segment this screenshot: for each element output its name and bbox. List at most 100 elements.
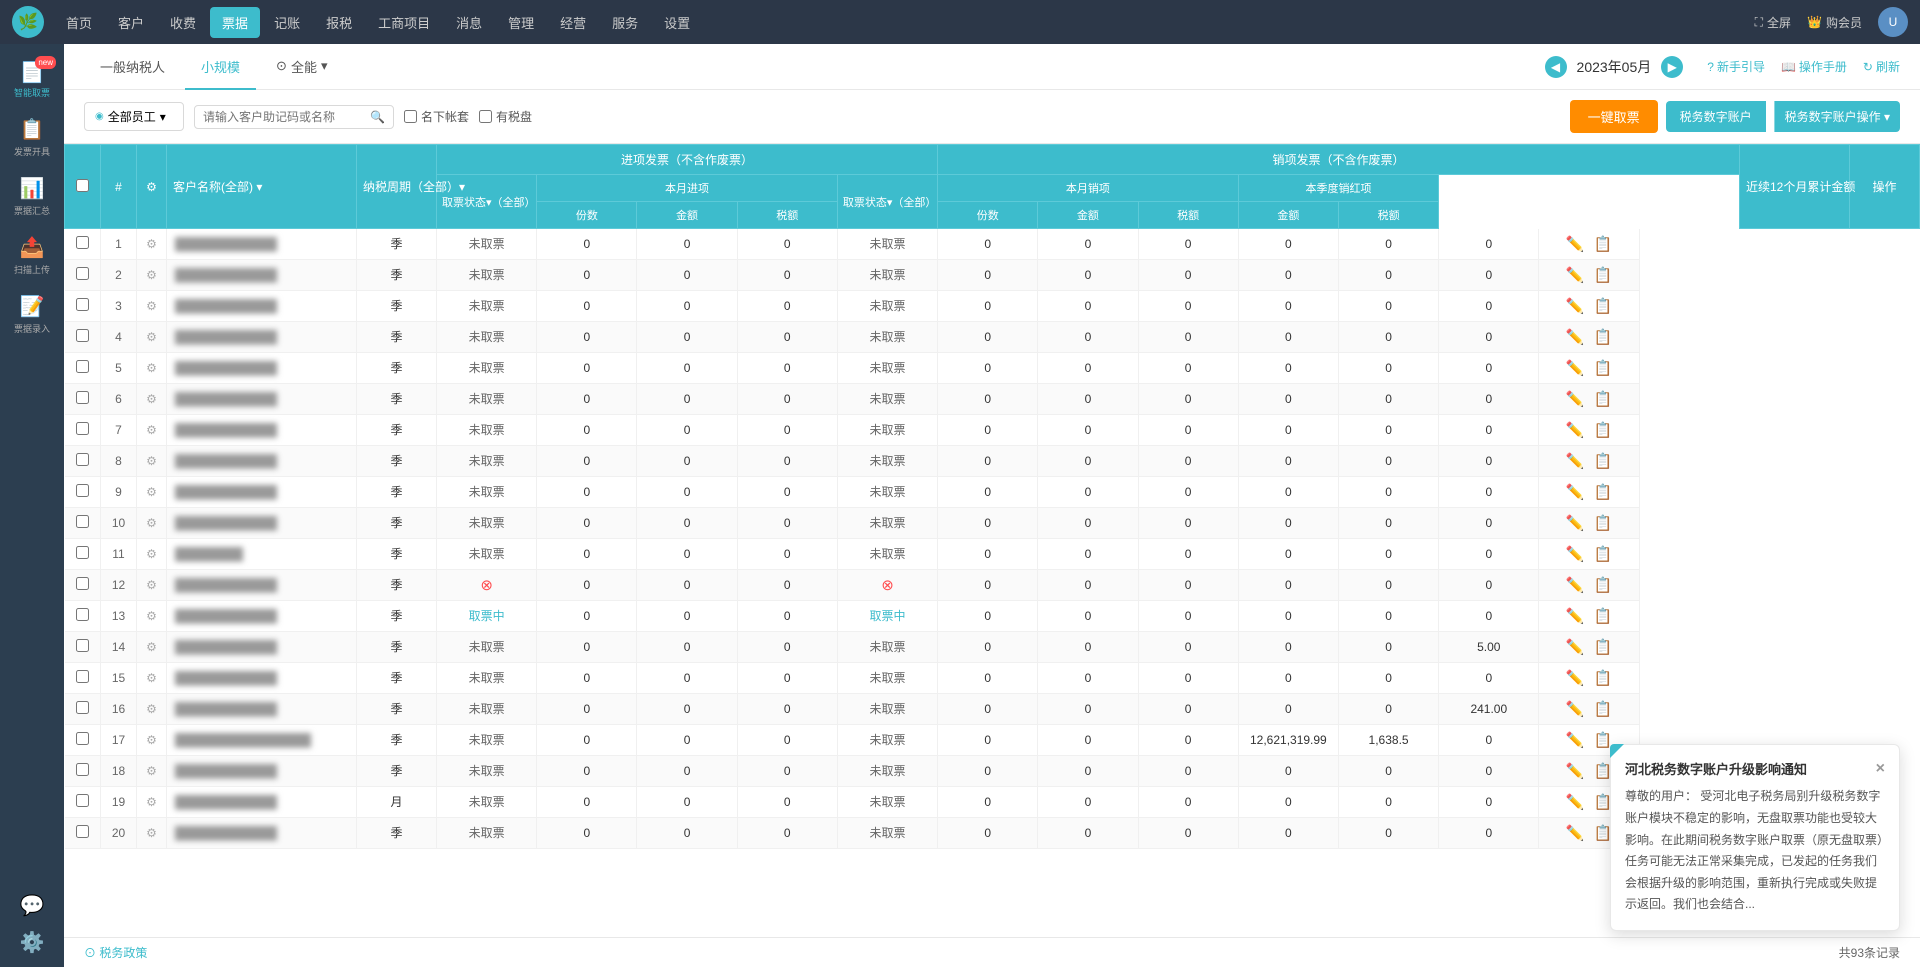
copy-icon[interactable]: 📋 [1594,484,1613,501]
nav-item-bookkeep[interactable]: 记账 [262,7,312,38]
copy-icon[interactable]: 📋 [1594,298,1613,315]
row-setting[interactable]: ⚙ [137,724,167,755]
row-setting[interactable]: ⚙ [137,414,167,445]
tab-general[interactable]: 一般纳税人 [84,45,181,90]
nav-item-message[interactable]: 消息 [444,7,494,38]
employee-filter[interactable]: ◉ 全部员工 ▾ [84,102,184,131]
copy-icon[interactable]: 📋 [1594,608,1613,625]
row-setting[interactable]: ⚙ [137,538,167,569]
edit-icon[interactable]: ✏️ [1566,732,1585,749]
copy-icon[interactable]: 📋 [1594,546,1613,563]
row-check[interactable] [65,569,101,600]
row-setting[interactable]: ⚙ [137,755,167,786]
tax-account-btn[interactable]: 税务数字账户 [1666,101,1766,132]
row-check[interactable] [65,321,101,352]
popup-close-btn[interactable]: × [1876,760,1885,778]
row-check[interactable] [65,755,101,786]
nav-item-service[interactable]: 服务 [600,7,650,38]
row-setting[interactable]: ⚙ [137,569,167,600]
edit-icon[interactable]: ✏️ [1566,391,1585,408]
nav-item-invoice[interactable]: 票据 [210,7,260,38]
row-setting[interactable]: ⚙ [137,445,167,476]
edit-icon[interactable]: ✏️ [1566,360,1585,377]
row-check[interactable] [65,662,101,693]
edit-icon[interactable]: ✏️ [1566,515,1585,532]
row-setting[interactable]: ⚙ [137,600,167,631]
row-setting[interactable]: ⚙ [137,662,167,693]
row-setting[interactable]: ⚙ [137,352,167,383]
row-check[interactable] [65,259,101,290]
tab-all[interactable]: ⊙ 全能 ▾ [260,45,343,90]
manual-btn[interactable]: 📖 操作手册 [1781,58,1847,75]
row-check[interactable] [65,693,101,724]
edit-icon[interactable]: ✏️ [1566,763,1585,780]
row-setting[interactable]: ⚙ [137,817,167,848]
edit-icon[interactable]: ✏️ [1566,701,1585,718]
edit-icon[interactable]: ✏️ [1566,453,1585,470]
row-check[interactable] [65,507,101,538]
edit-icon[interactable]: ✏️ [1566,825,1585,842]
copy-icon[interactable]: 📋 [1594,701,1613,718]
refresh-btn[interactable]: ↻ 刷新 [1863,58,1900,75]
row-check[interactable] [65,476,101,507]
nav-item-home[interactable]: 首页 [54,7,104,38]
sidebar-item-scan[interactable]: 📤 扫描上传 [4,227,60,284]
edit-icon[interactable]: ✏️ [1566,236,1585,253]
row-setting[interactable]: ⚙ [137,476,167,507]
edit-icon[interactable]: ✏️ [1566,329,1585,346]
row-setting[interactable]: ⚙ [137,290,167,321]
row-check[interactable] [65,352,101,383]
period-next[interactable]: ▶ [1661,56,1683,78]
period-prev[interactable]: ◀ [1545,56,1567,78]
member-btn[interactable]: 👑 购会员 [1807,14,1862,31]
sidebar-item-summary[interactable]: 📊 票据汇总 [4,168,60,225]
search-input[interactable] [203,110,366,124]
nav-item-tax[interactable]: 报税 [314,7,364,38]
row-setting[interactable]: ⚙ [137,507,167,538]
edit-icon[interactable]: ✏️ [1566,639,1585,656]
row-setting[interactable]: ⚙ [137,229,167,260]
row-check[interactable] [65,631,101,662]
copy-icon[interactable]: 📋 [1594,391,1613,408]
copy-icon[interactable]: 📋 [1594,329,1613,346]
edit-icon[interactable]: ✏️ [1566,484,1585,501]
row-check[interactable] [65,786,101,817]
row-check[interactable] [65,445,101,476]
edit-icon[interactable]: ✏️ [1566,794,1585,811]
copy-icon[interactable]: 📋 [1594,577,1613,594]
nav-item-settings[interactable]: 设置 [652,7,702,38]
edit-icon[interactable]: ✏️ [1566,298,1585,315]
copy-icon[interactable]: 📋 [1594,236,1613,253]
row-check[interactable] [65,724,101,755]
copy-icon[interactable]: 📋 [1594,515,1613,532]
row-setting[interactable]: ⚙ [137,631,167,662]
row-check[interactable] [65,290,101,321]
nav-item-operation[interactable]: 经营 [548,7,598,38]
fullscreen-btn[interactable]: ⛶ 全屏 [1755,14,1791,31]
copy-icon[interactable]: 📋 [1594,639,1613,656]
avatar[interactable]: U [1878,7,1908,37]
tab-small[interactable]: 小规模 [185,45,256,90]
nav-item-business[interactable]: 工商项目 [366,7,442,38]
select-all-checkbox[interactable] [76,179,89,192]
sidebar-item-smart-ticket[interactable]: 📄 智能取票 new [4,52,60,107]
settings-icon[interactable]: ⚙️ [20,930,45,955]
edit-icon[interactable]: ✏️ [1566,422,1585,439]
copy-icon[interactable]: 📋 [1594,360,1613,377]
row-check[interactable] [65,383,101,414]
subaccount-checkbox[interactable] [404,110,417,123]
edit-icon[interactable]: ✏️ [1566,546,1585,563]
nav-item-fee[interactable]: 收费 [158,7,208,38]
copy-icon[interactable]: 📋 [1594,422,1613,439]
sidebar-item-record[interactable]: 📝 票据录入 [4,286,60,343]
tax-policy-link[interactable]: ⊙ 税务政策 [84,944,147,961]
row-setting[interactable]: ⚙ [137,259,167,290]
copy-icon[interactable]: 📋 [1594,670,1613,687]
row-check[interactable] [65,229,101,260]
search-box[interactable]: 🔍 [194,105,394,129]
row-check[interactable] [65,414,101,445]
sidebar-item-issue[interactable]: 📋 发票开具 [4,109,60,166]
nav-item-customer[interactable]: 客户 [106,7,156,38]
edit-icon[interactable]: ✏️ [1566,670,1585,687]
edit-icon[interactable]: ✏️ [1566,577,1585,594]
